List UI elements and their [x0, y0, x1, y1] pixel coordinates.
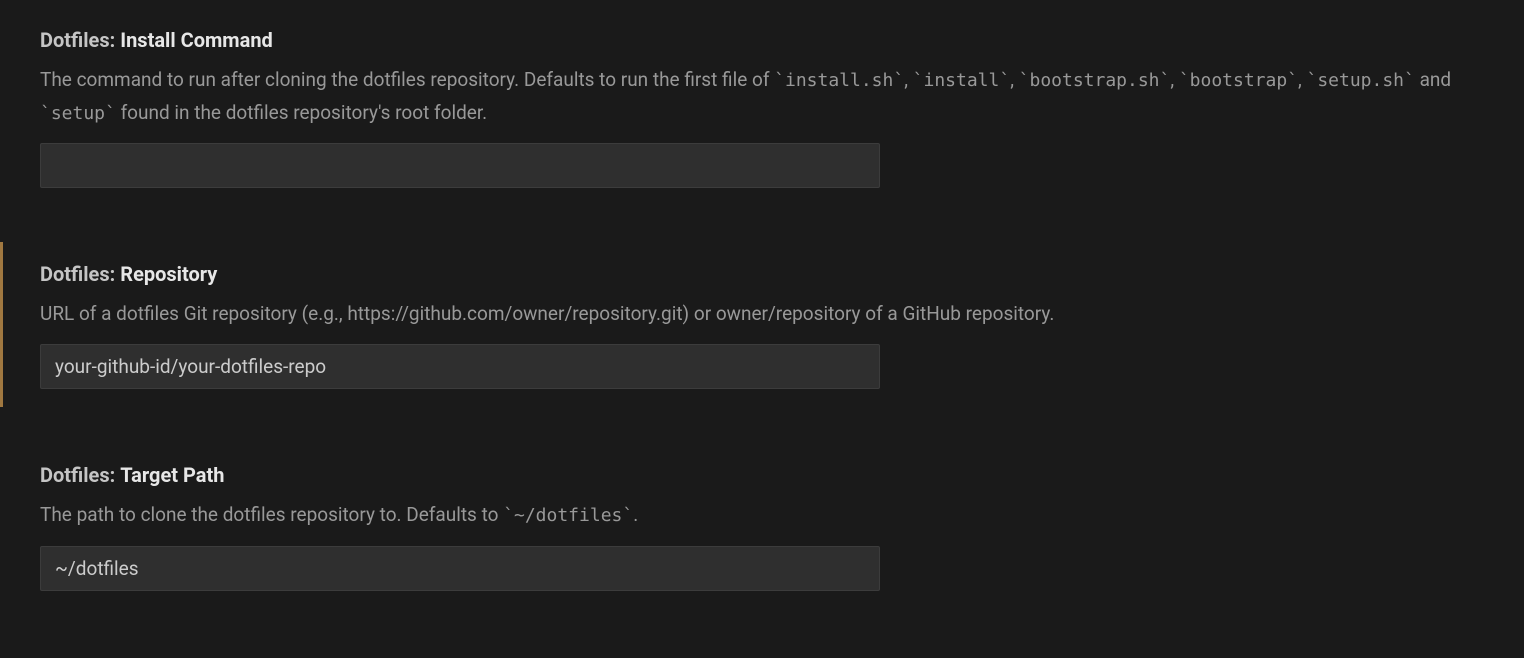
setting-category-label: Dotfiles: — [40, 28, 115, 52]
install-command-input[interactable] — [40, 143, 880, 188]
setting-target-path: Dotfiles: Target Path The path to clone … — [0, 443, 1524, 609]
setting-description: URL of a dotfiles Git repository (e.g., … — [40, 298, 1484, 330]
setting-install-command: Dotfiles: Install Command The command to… — [0, 8, 1524, 206]
setting-category-label: Dotfiles: — [40, 262, 115, 286]
setting-name-label: Repository — [120, 262, 217, 286]
setting-description: The path to clone the dotfiles repositor… — [40, 499, 1484, 532]
setting-name-label: Target Path — [120, 463, 224, 487]
setting-title: Dotfiles: Repository — [40, 260, 1484, 288]
setting-name-label: Install Command — [120, 28, 273, 52]
target-path-input[interactable] — [40, 546, 880, 591]
setting-title: Dotfiles: Install Command — [40, 26, 1484, 54]
setting-repository: Dotfiles: Repository URL of a dotfiles G… — [0, 242, 1524, 407]
setting-category-label: Dotfiles: — [40, 463, 115, 487]
setting-description: The command to run after cloning the dot… — [40, 64, 1484, 129]
repository-input[interactable] — [40, 344, 880, 389]
setting-title: Dotfiles: Target Path — [40, 461, 1484, 489]
